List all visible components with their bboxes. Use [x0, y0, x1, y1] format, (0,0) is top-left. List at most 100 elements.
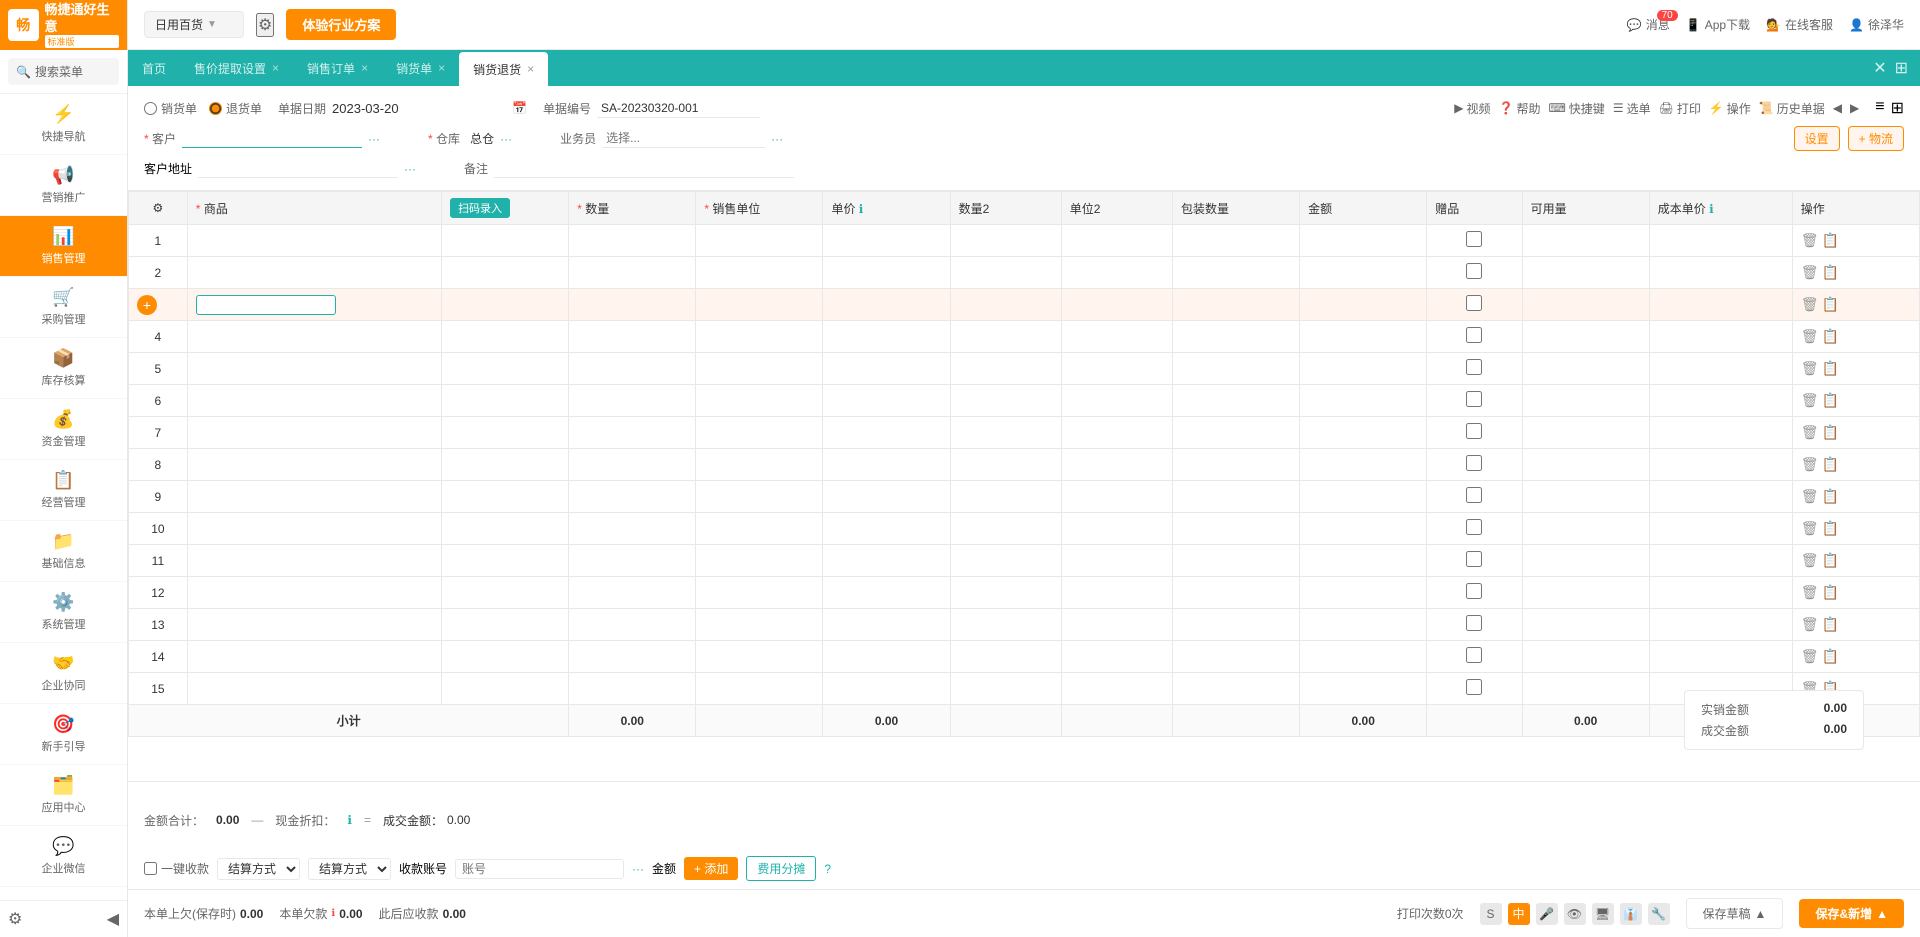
return-order-radio-input[interactable] [209, 102, 222, 115]
save-draft-button[interactable]: 保存草稿 ▲ [1686, 898, 1784, 929]
price-cell-10[interactable] [823, 513, 950, 545]
gift-cell-13[interactable] [1427, 609, 1522, 641]
app-download-button[interactable]: 📱 App下载 [1686, 16, 1750, 33]
sidebar-item-basic[interactable]: 📁 基础信息 [0, 521, 127, 582]
avail-cell-5[interactable] [1522, 353, 1649, 385]
cost-cell-11[interactable] [1649, 545, 1792, 577]
product-cell-12[interactable] [187, 577, 441, 609]
packqty-cell-12[interactable] [1173, 577, 1300, 609]
unit-cell-4[interactable] [696, 321, 823, 353]
qty2-cell-15[interactable] [950, 673, 1061, 705]
cost-cell-10[interactable] [1649, 513, 1792, 545]
unit2-cell-13[interactable] [1061, 609, 1172, 641]
qty-cell-13[interactable] [569, 609, 696, 641]
unit2-cell-7[interactable] [1061, 417, 1172, 449]
sale-order-radio-input[interactable] [144, 102, 157, 115]
maximize-tab-btn[interactable]: ⊞ [1895, 58, 1908, 78]
qty2-cell-3[interactable] [950, 289, 1061, 321]
amount-cell-1[interactable] [1300, 225, 1427, 257]
amount-cell-9[interactable] [1300, 481, 1427, 513]
qty-cell-4[interactable] [569, 321, 696, 353]
tab-销售订单[interactable]: 销售订单× [293, 50, 382, 86]
gift-checkbox-9[interactable] [1466, 487, 1482, 503]
unit2-cell-9[interactable] [1061, 481, 1172, 513]
delete-btn-12[interactable]: 🗑 [1801, 584, 1819, 601]
price-cell-14[interactable] [823, 641, 950, 673]
cost-cell-1[interactable] [1649, 225, 1792, 257]
customer-input[interactable] [182, 129, 362, 148]
gear-icon[interactable]: ⚙ [153, 201, 164, 215]
gift-checkbox-5[interactable] [1466, 359, 1482, 375]
sidebar-settings-btn[interactable]: ⚙ [8, 909, 22, 929]
sidebar-item-system[interactable]: ⚙️ 系统管理 [0, 582, 127, 643]
gift-checkbox-4[interactable] [1466, 327, 1482, 343]
gift-cell-4[interactable] [1427, 321, 1522, 353]
copy-btn-4[interactable]: 📋 [1822, 328, 1839, 345]
one-click-checkbox-input[interactable] [144, 862, 157, 875]
tab-售价提取设置[interactable]: 售价提取设置× [180, 50, 293, 86]
avail-cell-14[interactable] [1522, 641, 1649, 673]
copy-btn-6[interactable]: 📋 [1822, 392, 1839, 409]
delete-btn-10[interactable]: 🗑 [1801, 520, 1819, 537]
cost-cell-14[interactable] [1649, 641, 1792, 673]
product-cell-3[interactable] [187, 289, 441, 321]
gift-checkbox-15[interactable] [1466, 679, 1482, 695]
packqty-cell-3[interactable] [1173, 289, 1300, 321]
unit-cell-11[interactable] [696, 545, 823, 577]
price-info-icon[interactable]: ℹ [859, 202, 864, 216]
packqty-cell-14[interactable] [1173, 641, 1300, 673]
copy-btn-11[interactable]: 📋 [1822, 552, 1839, 569]
qty-cell-11[interactable] [569, 545, 696, 577]
scan-cell-5[interactable] [442, 353, 569, 385]
gift-cell-6[interactable] [1427, 385, 1522, 417]
gift-checkbox-1[interactable] [1466, 231, 1482, 247]
packqty-cell-5[interactable] [1173, 353, 1300, 385]
tab-close-1[interactable]: × [272, 61, 279, 75]
logistics-button[interactable]: + 物流 [1848, 126, 1904, 151]
detail-method-select[interactable]: 结算方式 [308, 858, 391, 880]
gift-cell-12[interactable] [1427, 577, 1522, 609]
copy-btn-10[interactable]: 📋 [1822, 520, 1839, 537]
fee-split-button[interactable]: 费用分摊 [746, 856, 816, 881]
copy-btn-13[interactable]: 📋 [1822, 616, 1839, 633]
cost-cell-7[interactable] [1649, 417, 1792, 449]
qty2-cell-2[interactable] [950, 257, 1061, 289]
cost-cell-2[interactable] [1649, 257, 1792, 289]
cost-cell-4[interactable] [1649, 321, 1792, 353]
unit2-cell-12[interactable] [1061, 577, 1172, 609]
gift-checkbox-3[interactable] [1466, 295, 1482, 311]
price-cell-5[interactable] [823, 353, 950, 385]
gift-checkbox-2[interactable] [1466, 263, 1482, 279]
qty-cell-7[interactable] [569, 417, 696, 449]
sidebar-item-purchase[interactable]: 🛒 采购管理 [0, 277, 127, 338]
setup-button[interactable]: 设置 [1794, 126, 1840, 151]
scan-cell-10[interactable] [442, 513, 569, 545]
gift-checkbox-11[interactable] [1466, 551, 1482, 567]
category-selector[interactable]: 日用百货 ▼ [144, 11, 244, 38]
scan-cell-4[interactable] [442, 321, 569, 353]
trial-button[interactable]: 体验行业方案 [286, 9, 396, 40]
delete-btn-8[interactable]: 🗑 [1801, 456, 1819, 473]
status-tool-icon[interactable]: 🔧 [1648, 903, 1670, 925]
sidebar-item-operation[interactable]: 📋 经营管理 [0, 460, 127, 521]
sidebar-item-finance[interactable]: 💰 资金管理 [0, 399, 127, 460]
gift-cell-15[interactable] [1427, 673, 1522, 705]
packqty-cell-8[interactable] [1173, 449, 1300, 481]
cost-cell-6[interactable] [1649, 385, 1792, 417]
delete-btn-5[interactable]: 🗑 [1801, 360, 1819, 377]
qty-cell-10[interactable] [569, 513, 696, 545]
unit2-cell-5[interactable] [1061, 353, 1172, 385]
delete-btn-1[interactable]: 🗑 [1801, 232, 1819, 249]
cost-info-icon[interactable]: ℹ [1709, 202, 1714, 216]
product-cell-13[interactable] [187, 609, 441, 641]
tab-close-4[interactable]: × [527, 62, 534, 76]
amount-cell-3[interactable] [1300, 289, 1427, 321]
qty2-cell-12[interactable] [950, 577, 1061, 609]
packqty-cell-9[interactable] [1173, 481, 1300, 513]
cost-cell-3[interactable] [1649, 289, 1792, 321]
unit-cell-14[interactable] [696, 641, 823, 673]
scan-cell-14[interactable] [442, 641, 569, 673]
scan-cell-11[interactable] [442, 545, 569, 577]
unit-cell-6[interactable] [696, 385, 823, 417]
product-cell-9[interactable] [187, 481, 441, 513]
